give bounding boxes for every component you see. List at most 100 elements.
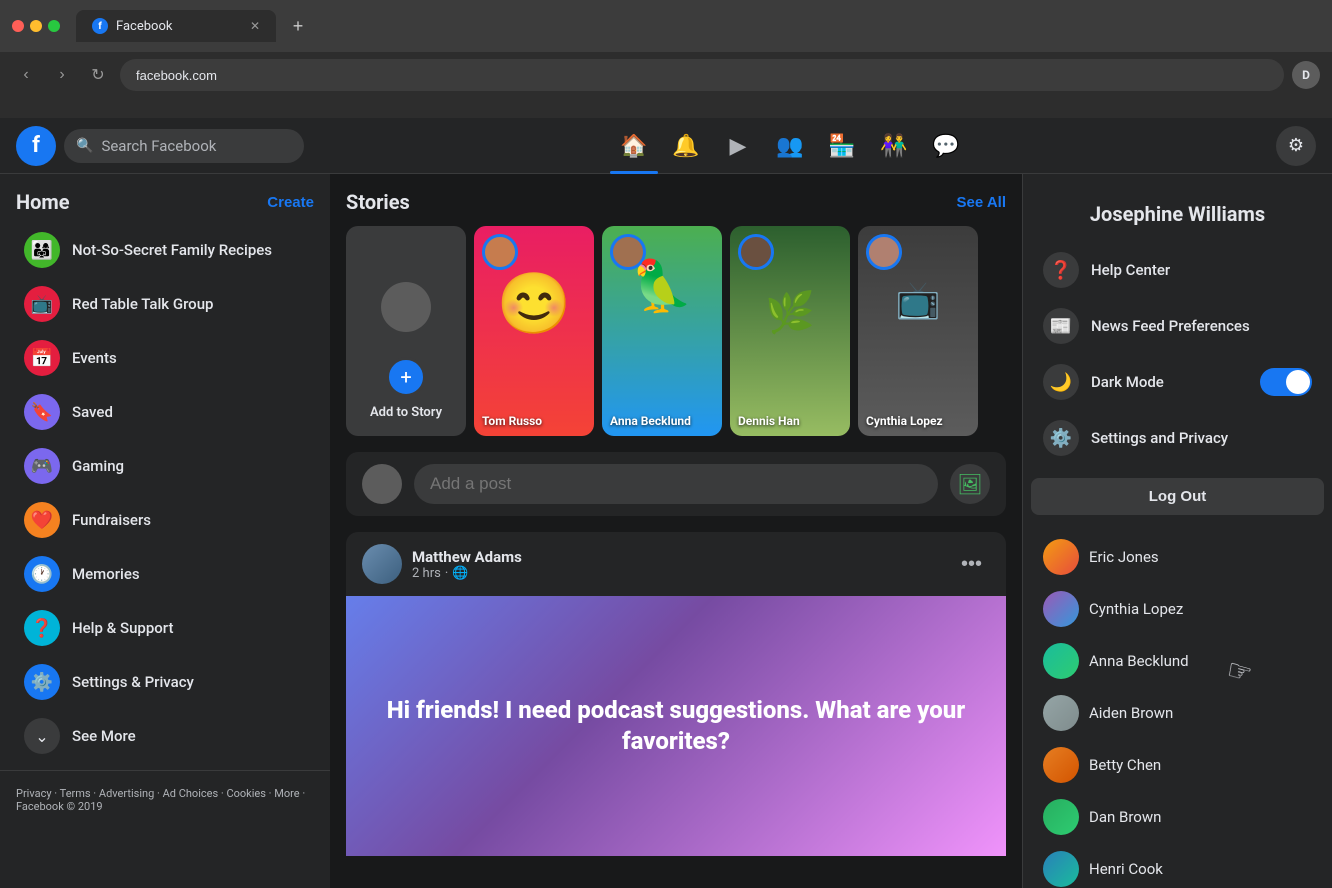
- logout-button[interactable]: Log Out: [1031, 478, 1324, 515]
- forward-button[interactable]: ›: [48, 61, 76, 89]
- friend-name-aiden: Aiden Brown: [1089, 704, 1173, 722]
- dropdown-item-dark-mode[interactable]: 🌙 Dark Mode: [1031, 354, 1324, 410]
- story-avatar-tom: [482, 234, 518, 270]
- sidebar-icon-red-table: 📺: [24, 286, 60, 322]
- news-feed-icon: 📰: [1043, 308, 1079, 344]
- facebook-sidebar: Home Create 👨‍👩‍👧 Not-So-Secret Family R…: [0, 174, 330, 888]
- post-author-info: Matthew Adams 2 hrs · 🌐: [412, 548, 943, 581]
- maximize-window-button[interactable]: [48, 20, 60, 32]
- story-card-anna[interactable]: 🦜 Anna Becklund: [602, 226, 722, 436]
- sidebar-item-events[interactable]: 📅 Events: [8, 332, 322, 384]
- footer-copyright: Facebook © 2019: [16, 800, 103, 813]
- sidebar-item-settings[interactable]: ⚙️ Settings & Privacy: [8, 656, 322, 708]
- post-time: 2 hrs: [412, 566, 441, 581]
- facebook-feed: Stories See All + Add to Story: [330, 174, 1022, 888]
- add-photo-button[interactable]: 🖼: [950, 464, 990, 504]
- nav-groups-button[interactable]: 👫: [870, 122, 918, 170]
- news-feed-label: News Feed Preferences: [1091, 317, 1250, 335]
- story-add-card[interactable]: + Add to Story: [346, 226, 466, 436]
- search-bar[interactable]: 🔍 Search Facebook: [64, 129, 304, 163]
- reload-button[interactable]: ↻: [84, 61, 112, 89]
- post-input[interactable]: [414, 464, 938, 504]
- browser-title-bar: f Facebook ✕ +: [0, 0, 1332, 52]
- composer-user-avatar: [362, 464, 402, 504]
- traffic-lights: [12, 20, 60, 32]
- facebook-right-panel: 👨‍👩‍👧‍👦 🌲 Josephine Williams ❓ Help Cent…: [1022, 174, 1332, 888]
- browser-tab[interactable]: f Facebook ✕: [76, 10, 276, 42]
- dropdown-item-help-center[interactable]: ❓ Help Center: [1031, 242, 1324, 298]
- address-bar[interactable]: [120, 59, 1284, 91]
- sidebar-item-gaming[interactable]: 🎮 Gaming: [8, 440, 322, 492]
- post-more-options-button[interactable]: •••: [953, 549, 990, 580]
- dropdown-item-settings-privacy[interactable]: ⚙️ Settings and Privacy: [1031, 410, 1324, 466]
- sidebar-item-see-more[interactable]: ⌄ See More: [8, 710, 322, 762]
- story-avatar-dennis: [738, 234, 774, 270]
- topnav-center-nav: 🏠 🔔 ▶ 👥 🏪 👫 💬: [304, 122, 1276, 170]
- nav-watch-button[interactable]: ▶: [714, 122, 762, 170]
- friend-avatar-cynthia: [1043, 591, 1079, 627]
- new-tab-button[interactable]: +: [284, 12, 312, 40]
- sidebar-item-help[interactable]: ❓ Help & Support: [8, 602, 322, 654]
- help-center-label: Help Center: [1091, 261, 1170, 279]
- nav-marketplace-button[interactable]: 🏪: [818, 122, 866, 170]
- sidebar-create-button[interactable]: Create: [267, 194, 314, 211]
- post-separator: ·: [445, 566, 448, 581]
- sidebar-item-memories[interactable]: 🕐 Memories: [8, 548, 322, 600]
- post-content-text: Hi friends! I need podcast suggestions. …: [346, 675, 1006, 777]
- help-center-icon: ❓: [1043, 252, 1079, 288]
- post-author-avatar: [362, 544, 402, 584]
- sidebar-label-memories: Memories: [72, 565, 140, 583]
- story-name-anna: Anna Becklund: [610, 414, 714, 428]
- profile-name-section: Josephine Williams: [1023, 174, 1332, 238]
- story-card-dennis[interactable]: 🌿 Dennis Han: [730, 226, 850, 436]
- post-content-image: Hi friends! I need podcast suggestions. …: [346, 596, 1006, 856]
- nav-messenger-button[interactable]: 💬: [922, 122, 970, 170]
- dark-mode-label: Dark Mode: [1091, 373, 1164, 391]
- friend-item-henri-cook[interactable]: Henri Cook: [1031, 843, 1324, 888]
- facebook-app: f 🔍 Search Facebook 🏠 🔔 ▶ 👥 🏪 👫 💬 ⚙ Home…: [0, 118, 1332, 888]
- sidebar-label-gaming: Gaming: [72, 457, 124, 475]
- nav-home-button[interactable]: 🏠: [610, 122, 658, 170]
- tab-favicon: f: [92, 18, 108, 34]
- sidebar-item-fundraisers[interactable]: ❤️ Fundraisers: [8, 494, 322, 546]
- sidebar-item-red-table[interactable]: 📺 Red Table Talk Group: [8, 278, 322, 330]
- stories-grid: + Add to Story 😊 Tom Russo 🦜 Anna: [346, 226, 1006, 436]
- friend-item-cynthia-lopez[interactable]: Cynthia Lopez: [1031, 583, 1324, 635]
- friend-item-betty-chen[interactable]: Betty Chen: [1031, 739, 1324, 791]
- friend-item-anna-becklund[interactable]: Anna Becklund: [1031, 635, 1324, 687]
- sidebar-item-family-recipes[interactable]: 👨‍👩‍👧 Not-So-Secret Family Recipes: [8, 224, 322, 276]
- dropdown-item-news-feed[interactable]: 📰 News Feed Preferences: [1031, 298, 1324, 354]
- see-all-button[interactable]: See All: [957, 194, 1006, 211]
- friend-name-eric: Eric Jones: [1089, 548, 1159, 566]
- back-button[interactable]: ‹: [12, 61, 40, 89]
- browser-profile-circle[interactable]: D: [1292, 61, 1320, 89]
- minimize-window-button[interactable]: [30, 20, 42, 32]
- story-card-tom-russo[interactable]: 😊 Tom Russo: [474, 226, 594, 436]
- sidebar-home-label: Home: [16, 190, 70, 214]
- story-card-cynthia[interactable]: 📺 Cynthia Lopez: [858, 226, 978, 436]
- close-window-button[interactable]: [12, 20, 24, 32]
- sidebar-icon-gaming: 🎮: [24, 448, 60, 484]
- sidebar-icon-saved: 🔖: [24, 394, 60, 430]
- add-story-plus-icon: +: [386, 357, 426, 397]
- footer-terms: Terms ·: [60, 787, 99, 800]
- sidebar-item-saved[interactable]: 🔖 Saved: [8, 386, 322, 438]
- facebook-logo[interactable]: f: [16, 126, 56, 166]
- settings-button[interactable]: ⚙: [1276, 126, 1316, 166]
- dropdown-menu: ❓ Help Center 📰 News Feed Preferences 🌙 …: [1023, 238, 1332, 470]
- friend-item-dan-brown[interactable]: Dan Brown: [1031, 791, 1324, 843]
- settings-privacy-icon: ⚙️: [1043, 420, 1079, 456]
- nav-people-button[interactable]: 👥: [766, 122, 814, 170]
- friend-avatar-aiden: [1043, 695, 1079, 731]
- settings-privacy-label: Settings and Privacy: [1091, 429, 1228, 447]
- friend-item-eric-jones[interactable]: Eric Jones: [1031, 531, 1324, 583]
- tab-close-button[interactable]: ✕: [250, 19, 260, 33]
- story-avatar-cynthia: [866, 234, 902, 270]
- friend-item-aiden-brown[interactable]: Aiden Brown: [1031, 687, 1324, 739]
- post-author-name: Matthew Adams: [412, 548, 943, 566]
- profile-display-name: Josephine Williams: [1039, 202, 1316, 226]
- post-composer: 🖼: [346, 452, 1006, 516]
- nav-notifications-button[interactable]: 🔔: [662, 122, 710, 170]
- dark-mode-toggle[interactable]: [1260, 368, 1312, 396]
- post-header: Matthew Adams 2 hrs · 🌐 •••: [346, 532, 1006, 596]
